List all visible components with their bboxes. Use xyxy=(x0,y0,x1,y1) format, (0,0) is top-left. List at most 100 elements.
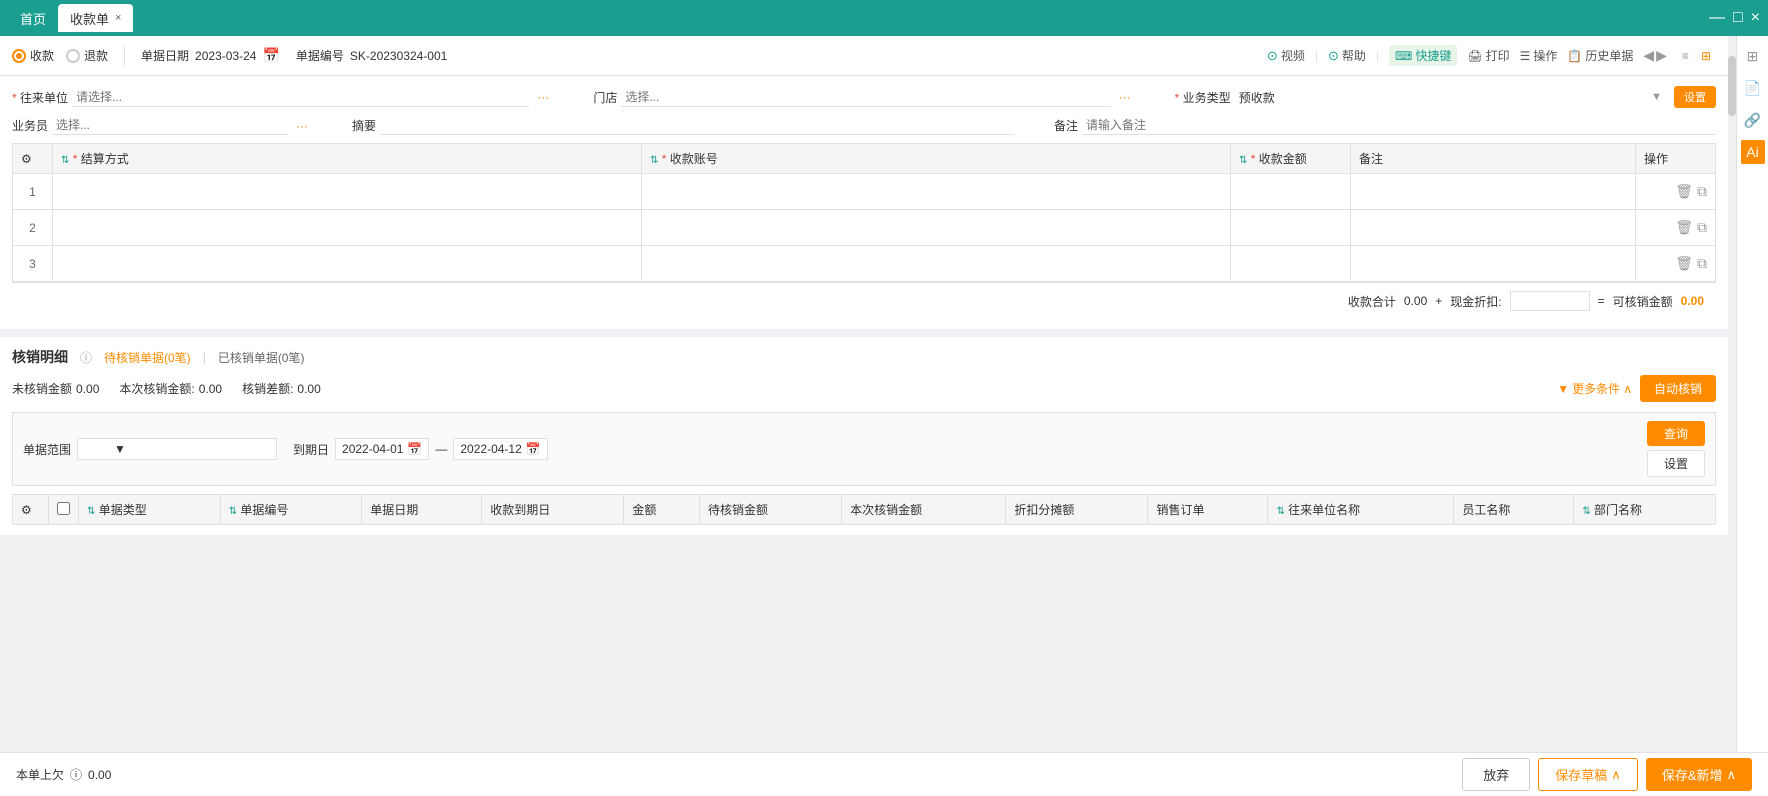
nav-next-icon[interactable]: ▶ xyxy=(1656,47,1667,64)
row-num-3: 3 xyxy=(13,246,53,282)
equals-sign: = xyxy=(1598,294,1605,308)
calendar-icon[interactable]: 📅 xyxy=(262,47,279,64)
store-more-icon[interactable]: ··· xyxy=(1115,90,1135,104)
unverified-val: 0.00 xyxy=(76,382,99,396)
more-conditions-btn[interactable]: ▼ 更多条件 ∧ xyxy=(1557,380,1632,397)
btcol-date: 单据日期 xyxy=(362,495,482,525)
op-cell-2: 🗑 ⧉ xyxy=(1636,210,1716,246)
amount-cell-3[interactable] xyxy=(1231,246,1351,282)
window-min-icon[interactable]: — xyxy=(1709,9,1725,27)
view-toggle: ≡ ⊞ xyxy=(1677,47,1716,65)
btcol-discount: 折扣分摊额 xyxy=(1006,495,1148,525)
sidebar-doc-icon[interactable]: 📄 xyxy=(1741,76,1765,100)
draft-btn[interactable]: 保存草稿 ∧ xyxy=(1538,758,1638,791)
table-settings-col[interactable]: ⚙ xyxy=(13,144,53,174)
settle-cell-2[interactable] xyxy=(53,210,642,246)
help-btn[interactable]: ⊙ 帮助 xyxy=(1328,47,1366,64)
btcol-type: ⇅ 单据类型 xyxy=(79,495,221,525)
print-btn[interactable]: 🖨 打印 xyxy=(1467,47,1509,64)
btcol-checkbox[interactable] xyxy=(49,495,79,525)
counterparty-input[interactable] xyxy=(72,88,529,107)
copy-icon-1[interactable]: ⧉ xyxy=(1697,183,1707,200)
settings-btn[interactable]: 设置 xyxy=(1674,86,1716,108)
amount-cell-1[interactable] xyxy=(1231,174,1351,210)
operate-btn[interactable]: ☰ 操作 xyxy=(1520,47,1558,64)
radio-tuikuan-circle xyxy=(66,49,80,63)
copy-icon-2[interactable]: ⧉ xyxy=(1697,219,1707,236)
save-new-btn[interactable]: 保存&新增 ∧ xyxy=(1646,758,1752,791)
scrollbar[interactable] xyxy=(1728,36,1736,752)
biz-type-arrow-icon[interactable]: ▼ xyxy=(1651,91,1662,103)
done-tab-link[interactable]: 已核销单据(0笔) xyxy=(218,349,305,366)
store-input[interactable] xyxy=(621,88,1110,107)
salesperson-label: 业务员 xyxy=(12,117,48,134)
btcol-settings[interactable]: ⚙ xyxy=(13,495,49,525)
form-row-2: 业务员 ··· 摘要 备注 xyxy=(12,116,1716,135)
remark-input[interactable] xyxy=(1082,116,1716,135)
date-from-input[interactable]: 2022-04-01 📅 xyxy=(335,438,429,460)
reconcile-info-icon[interactable]: ⓘ xyxy=(80,349,92,366)
footer-info-icon[interactable]: ⓘ xyxy=(70,766,82,783)
sidebar-link-icon[interactable]: 🔗 xyxy=(1741,108,1765,132)
plus-sign: + xyxy=(1435,294,1442,308)
salesperson-more-icon[interactable]: ··· xyxy=(292,119,312,133)
delete-icon-3[interactable]: 🗑 xyxy=(1675,255,1693,272)
discount-label: 现金折扣: xyxy=(1450,293,1501,310)
available-label: 可核销金额 xyxy=(1613,293,1673,310)
history-btn[interactable]: 📋 历史单据 xyxy=(1567,47,1633,64)
calendar-from-icon: 📅 xyxy=(407,442,422,456)
tab-receipt[interactable]: 收款单 × xyxy=(58,4,133,32)
select-all-checkbox[interactable] xyxy=(57,502,70,515)
account-cell-2[interactable] xyxy=(642,210,1231,246)
list-view-btn[interactable]: ≡ xyxy=(1677,47,1694,65)
remark-field: 备注 xyxy=(1054,116,1716,135)
range-select[interactable]: ▼ xyxy=(77,438,277,460)
search-settings-btn[interactable]: 设置 xyxy=(1647,450,1705,477)
available-val: 0.00 xyxy=(1681,294,1704,308)
btcol-amount: 金额 xyxy=(624,495,700,525)
pending-tab-link[interactable]: 待核销单据(0笔) xyxy=(104,349,191,366)
scrollbar-thumb[interactable] xyxy=(1728,56,1736,116)
account-cell-1[interactable] xyxy=(642,174,1231,210)
remark-cell-3[interactable] xyxy=(1351,246,1636,282)
date-to-input[interactable]: 2022-04-12 📅 xyxy=(453,438,547,460)
remark-cell-2[interactable] xyxy=(1351,210,1636,246)
video-btn[interactable]: ⊙ 视频 xyxy=(1267,47,1305,64)
salesperson-input[interactable] xyxy=(52,116,288,135)
settle-cell-3[interactable] xyxy=(53,246,642,282)
delete-icon-2[interactable]: 🗑 xyxy=(1675,219,1693,236)
tab-home[interactable]: 首页 xyxy=(8,4,58,32)
shortcut-btn[interactable]: ⌨ 快捷键 xyxy=(1389,45,1457,66)
sort-icon-settle: ⇅ xyxy=(61,155,69,166)
discard-btn[interactable]: 放弃 xyxy=(1462,758,1530,791)
window-close-icon[interactable]: × xyxy=(1751,9,1760,27)
summary-row: 收款合计 0.00 + 现金折扣: = 可核销金额 0.00 xyxy=(12,282,1716,319)
diff-val: 0.00 xyxy=(297,382,320,396)
toolbar-divider-1 xyxy=(124,46,125,66)
window-max-icon[interactable]: □ xyxy=(1733,9,1743,27)
op-cell-3: 🗑 ⧉ xyxy=(1636,246,1716,282)
query-btn[interactable]: 查询 xyxy=(1647,421,1705,446)
sort-icon-account: ⇅ xyxy=(650,155,658,166)
radio-tuikuan[interactable]: 退款 xyxy=(66,47,108,64)
grid-view-btn[interactable]: ⊞ xyxy=(1696,47,1716,65)
sidebar-ai-icon[interactable]: Ai xyxy=(1741,140,1765,164)
remark-cell-1[interactable] xyxy=(1351,174,1636,210)
copy-icon-3[interactable]: ⧉ xyxy=(1697,255,1707,272)
radio-shoukuan[interactable]: 收款 xyxy=(12,47,54,64)
discount-input[interactable] xyxy=(1510,291,1590,311)
date-range-field: 到期日 2022-04-01 📅 — 2022-04-12 📅 xyxy=(293,438,548,460)
footer-actions: 放弃 保存草稿 ∧ 保存&新增 ∧ xyxy=(1462,758,1752,791)
settle-cell-1[interactable] xyxy=(53,174,642,210)
sidebar-table-icon[interactable]: ⊞ xyxy=(1741,44,1765,68)
delete-icon-1[interactable]: 🗑 xyxy=(1675,183,1693,200)
counterparty-more-icon[interactable]: ··· xyxy=(533,90,553,104)
amount-cell-2[interactable] xyxy=(1231,210,1351,246)
summary-input[interactable] xyxy=(380,116,1014,135)
nav-prev-icon[interactable]: ◀ xyxy=(1643,47,1654,64)
footer-val: 0.00 xyxy=(88,768,111,782)
bottom-table: ⚙ ⇅ 单据类型 ⇅ 单据编号 单据日期 xyxy=(12,494,1716,525)
tab-close-icon[interactable]: × xyxy=(115,12,121,24)
account-cell-3[interactable] xyxy=(642,246,1231,282)
auto-reconcile-btn[interactable]: 自动核销 xyxy=(1640,375,1716,402)
